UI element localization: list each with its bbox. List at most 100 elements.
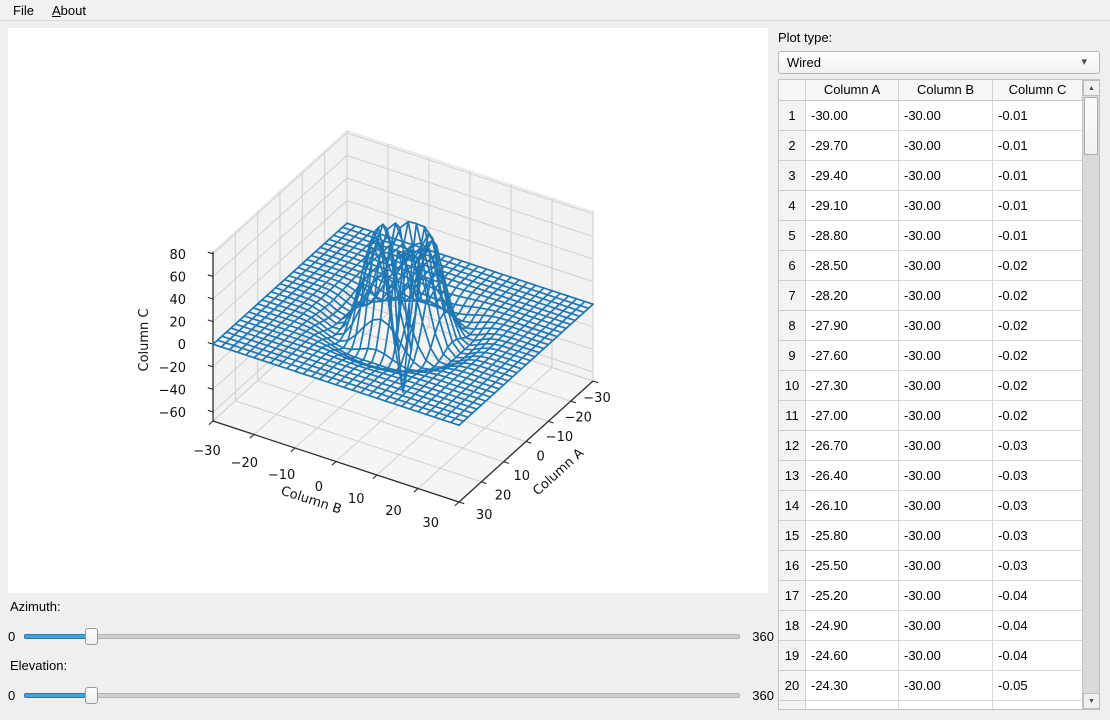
row-number-cell[interactable]: 11: [779, 401, 806, 431]
svg-text:10: 10: [514, 469, 531, 484]
table-cell[interactable]: -30.00: [899, 371, 993, 401]
plot-type-combobox[interactable]: Wired ▾: [778, 51, 1100, 74]
table-cell[interactable]: -0.01: [993, 131, 1083, 161]
table-cell[interactable]: -29.70: [806, 131, 899, 161]
table-cell[interactable]: -30.00: [899, 161, 993, 191]
table-cell[interactable]: -30.00: [899, 611, 993, 641]
table-cell[interactable]: -0.04: [993, 641, 1083, 671]
azimuth-slider-handle[interactable]: [85, 628, 98, 645]
row-number-cell[interactable]: 9: [779, 341, 806, 371]
table-cell[interactable]: -30.00: [899, 281, 993, 311]
table-cell[interactable]: -0.02: [993, 251, 1083, 281]
table-cell[interactable]: -30.00: [899, 311, 993, 341]
row-number-cell[interactable]: 12: [779, 431, 806, 461]
table-cell[interactable]: -28.50: [806, 251, 899, 281]
table-cell[interactable]: -27.00: [806, 401, 899, 431]
row-number-cell[interactable]: 20: [779, 671, 806, 701]
table-cell[interactable]: -26.40: [806, 461, 899, 491]
table-cell[interactable]: -30.00: [899, 191, 993, 221]
menu-item-about[interactable]: About: [43, 2, 95, 19]
table-cell[interactable]: -0.03: [993, 431, 1083, 461]
table-cell[interactable]: -30.00: [899, 491, 993, 521]
table-cell[interactable]: -29.40: [806, 161, 899, 191]
svg-text:10: 10: [348, 492, 365, 507]
table-cell[interactable]: -26.70: [806, 431, 899, 461]
table-cell[interactable]: -30.00: [899, 521, 993, 551]
table-cell[interactable]: -29.10: [806, 191, 899, 221]
table-cell[interactable]: -27.90: [806, 311, 899, 341]
table-cell[interactable]: -0.01: [993, 191, 1083, 221]
azimuth-slider-fill: [24, 634, 92, 639]
table-cell[interactable]: -28.20: [806, 281, 899, 311]
table-cell[interactable]: -30.00: [899, 101, 993, 131]
scrollbar-handle[interactable]: [1084, 97, 1098, 155]
svg-text:30: 30: [423, 516, 440, 531]
row-number-cell[interactable]: 2: [779, 131, 806, 161]
table-cell[interactable]: -30.00: [899, 581, 993, 611]
table-cell[interactable]: -24.30: [806, 671, 899, 701]
table-scrollbar[interactable]: ▲ ▼: [1082, 80, 1099, 709]
row-number-cell[interactable]: 17: [779, 581, 806, 611]
row-number-cell[interactable]: 15: [779, 521, 806, 551]
scroll-up-icon[interactable]: ▲: [1083, 80, 1100, 96]
scroll-down-icon[interactable]: ▼: [1083, 693, 1100, 709]
row-number-cell[interactable]: 6: [779, 251, 806, 281]
table-cell[interactable]: -25.50: [806, 551, 899, 581]
table-cell[interactable]: -0.02: [993, 281, 1083, 311]
row-number-cell[interactable]: 1: [779, 101, 806, 131]
table-header-row: Column AColumn BColumn C: [779, 80, 1099, 101]
elevation-slider-handle[interactable]: [85, 687, 98, 704]
row-number-cell[interactable]: 4: [779, 191, 806, 221]
row-number-cell[interactable]: 14: [779, 491, 806, 521]
table-cell[interactable]: -30.00: [899, 461, 993, 491]
table-cell[interactable]: -28.80: [806, 221, 899, 251]
table-cell[interactable]: -30.00: [899, 131, 993, 161]
row-number-cell[interactable]: 16: [779, 551, 806, 581]
table-cell[interactable]: -30.00: [899, 221, 993, 251]
table-cell[interactable]: -0.01: [993, 221, 1083, 251]
table-cell[interactable]: -30.00: [899, 431, 993, 461]
row-number-cell[interactable]: 13: [779, 461, 806, 491]
table-cell[interactable]: -30.00: [899, 401, 993, 431]
row-number-cell[interactable]: 19: [779, 641, 806, 671]
row-number-cell[interactable]: 18: [779, 611, 806, 641]
table-cell[interactable]: -24.90: [806, 611, 899, 641]
row-number-cell[interactable]: 8: [779, 311, 806, 341]
table-cell[interactable]: -30.00: [899, 341, 993, 371]
table-cell[interactable]: -30.00: [806, 101, 899, 131]
column-header[interactable]: Column A: [806, 80, 899, 101]
table-cell[interactable]: -0.03: [993, 551, 1083, 581]
table-cell[interactable]: -0.05: [993, 671, 1083, 701]
table-cell[interactable]: -0.04: [993, 581, 1083, 611]
menu-item-file[interactable]: File: [4, 2, 43, 19]
table-cell[interactable]: -30.00: [899, 551, 993, 581]
azimuth-slider[interactable]: [24, 634, 740, 639]
table-cell[interactable]: -0.02: [993, 341, 1083, 371]
table-cell[interactable]: -26.10: [806, 491, 899, 521]
column-header[interactable]: Column C: [993, 80, 1083, 101]
table-cell[interactable]: -0.04: [993, 611, 1083, 641]
table-cell[interactable]: -0.03: [993, 461, 1083, 491]
table-cell[interactable]: -30.00: [899, 641, 993, 671]
table-cell[interactable]: -27.30: [806, 371, 899, 401]
table-cell[interactable]: -30.00: [899, 671, 993, 701]
table-cell[interactable]: -25.80: [806, 521, 899, 551]
table-cell[interactable]: -0.03: [993, 521, 1083, 551]
row-number-cell[interactable]: 3: [779, 161, 806, 191]
svg-text:−60: −60: [159, 406, 186, 421]
table-cell[interactable]: -24.60: [806, 641, 899, 671]
table-cell[interactable]: -0.03: [993, 491, 1083, 521]
table-cell[interactable]: -27.60: [806, 341, 899, 371]
row-number-cell[interactable]: 10: [779, 371, 806, 401]
table-cell[interactable]: -0.02: [993, 401, 1083, 431]
table-cell[interactable]: -0.01: [993, 101, 1083, 131]
table-cell[interactable]: -0.01: [993, 161, 1083, 191]
column-header[interactable]: Column B: [899, 80, 993, 101]
table-cell[interactable]: -0.02: [993, 311, 1083, 341]
table-cell[interactable]: -0.02: [993, 371, 1083, 401]
row-number-cell[interactable]: 7: [779, 281, 806, 311]
row-number-cell[interactable]: 5: [779, 221, 806, 251]
table-cell[interactable]: -30.00: [899, 251, 993, 281]
elevation-slider[interactable]: [24, 693, 740, 698]
table-cell[interactable]: -25.20: [806, 581, 899, 611]
